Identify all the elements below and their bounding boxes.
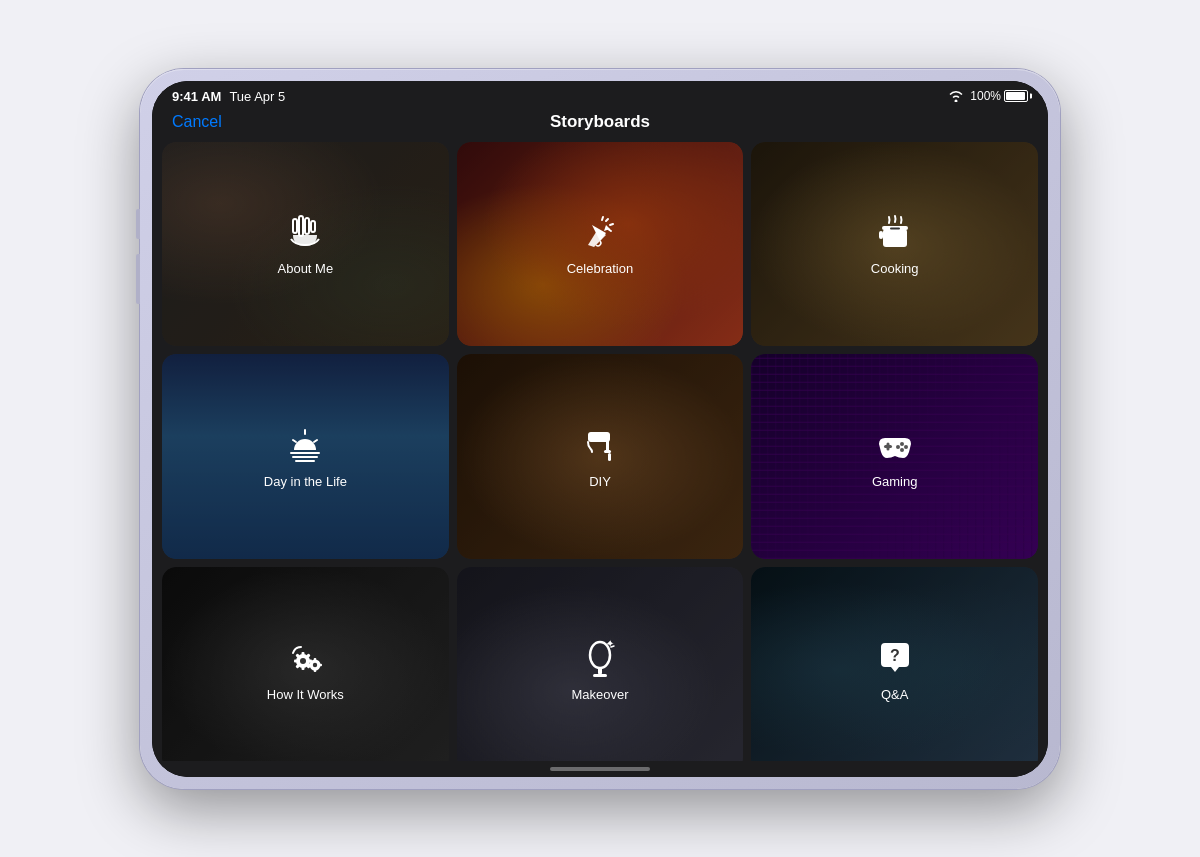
svg-point-23 <box>904 445 908 449</box>
grid-content-how-works: How It Works <box>267 637 344 702</box>
home-indicator <box>152 761 1048 777</box>
sunrise-icon <box>283 424 327 468</box>
svg-line-0 <box>606 219 608 221</box>
svg-text:✦: ✦ <box>606 638 614 649</box>
grid-item-about-me[interactable]: About Me <box>162 142 449 347</box>
svg-line-3 <box>602 217 603 220</box>
svg-point-22 <box>900 442 904 446</box>
cancel-button[interactable]: Cancel <box>172 113 222 131</box>
svg-point-27 <box>300 658 306 664</box>
gears-icon <box>283 637 327 681</box>
svg-rect-5 <box>879 231 883 239</box>
wave-icon <box>283 211 327 255</box>
grid-item-qa[interactable]: ? Q&A <box>751 567 1038 760</box>
svg-rect-4 <box>883 229 907 247</box>
grid-item-cooking[interactable]: Cooking <box>751 142 1038 347</box>
svg-line-9 <box>293 440 296 442</box>
grid-content-cooking: Cooking <box>871 211 919 276</box>
grid-item-diy[interactable]: DIY <box>457 354 744 559</box>
grid-content-diy: DIY <box>578 424 622 489</box>
nav-bar: Cancel Storyboards <box>152 108 1048 140</box>
grid-content-gaming: Gaming <box>872 424 918 489</box>
grid-content-celebration: Celebration <box>567 211 634 276</box>
page-title: Storyboards <box>550 112 650 132</box>
battery-icon <box>1004 90 1028 102</box>
svg-rect-30 <box>294 659 298 662</box>
pot-icon <box>873 211 917 255</box>
grid-content-about-me: About Me <box>278 211 334 276</box>
mirror-icon: ✦ <box>578 637 622 681</box>
storyboard-grid: About Me <box>162 142 1038 761</box>
svg-rect-40 <box>308 664 311 667</box>
status-left: 9:41 AM Tue Apr 5 <box>172 89 285 104</box>
gamepad-icon <box>873 424 917 468</box>
grid-content-day-life: Day in the Life <box>264 424 347 489</box>
grid-item-how-it-works[interactable]: How It Works <box>162 567 449 760</box>
battery-percent: 100% <box>970 89 1001 103</box>
svg-point-37 <box>313 663 317 667</box>
svg-rect-28 <box>302 652 305 656</box>
svg-rect-29 <box>302 666 305 670</box>
svg-line-10 <box>314 440 317 442</box>
svg-rect-19 <box>608 453 611 461</box>
grid-item-makeover[interactable]: ✦ Makeover <box>457 567 744 760</box>
svg-text:?: ? <box>890 647 900 664</box>
grid-label-day-life: Day in the Life <box>264 474 347 489</box>
grid-item-day-life[interactable]: Day in the Life <box>162 354 449 559</box>
wifi-icon <box>948 90 964 102</box>
svg-point-25 <box>896 445 900 449</box>
home-bar <box>550 767 650 771</box>
grid-label-diy: DIY <box>589 474 611 489</box>
svg-line-47 <box>611 646 614 647</box>
grid-content-qa: ? Q&A <box>873 637 917 702</box>
svg-rect-43 <box>598 667 602 675</box>
grid-label-qa: Q&A <box>881 687 908 702</box>
svg-rect-7 <box>890 228 900 230</box>
svg-rect-18 <box>604 450 611 453</box>
grid-label-celebration: Celebration <box>567 261 634 276</box>
svg-rect-39 <box>314 669 317 672</box>
storyboard-grid-container: About Me <box>152 140 1048 761</box>
question-bubble-icon: ? <box>873 637 917 681</box>
status-time: 9:41 AM <box>172 89 221 104</box>
grid-label-cooking: Cooking <box>871 261 919 276</box>
svg-rect-41 <box>319 664 322 667</box>
grid-item-gaming[interactable]: Gaming <box>751 354 1038 559</box>
status-right: 100% <box>948 89 1028 103</box>
svg-rect-21 <box>886 443 889 451</box>
status-date: Tue Apr 5 <box>229 89 285 104</box>
grid-label-about-me: About Me <box>278 261 334 276</box>
grid-label-how-works: How It Works <box>267 687 344 702</box>
svg-rect-17 <box>606 438 609 450</box>
grid-label-makeover: Makeover <box>571 687 628 702</box>
grid-content-makeover: ✦ Makeover <box>571 637 628 702</box>
grid-item-celebration[interactable]: Celebration <box>457 142 744 347</box>
battery-container: 100% <box>970 89 1028 103</box>
svg-point-24 <box>900 448 904 452</box>
paint-roller-icon <box>578 424 622 468</box>
svg-rect-44 <box>593 674 607 677</box>
device-screen: 9:41 AM Tue Apr 5 100% <box>152 81 1048 777</box>
screen-content: 9:41 AM Tue Apr 5 100% <box>152 81 1048 777</box>
svg-rect-38 <box>314 658 317 661</box>
party-icon <box>578 211 622 255</box>
status-bar: 9:41 AM Tue Apr 5 100% <box>152 81 1048 108</box>
svg-line-1 <box>610 224 613 225</box>
grid-label-gaming: Gaming <box>872 474 918 489</box>
ipad-device: 9:41 AM Tue Apr 5 100% <box>140 69 1060 789</box>
battery-fill <box>1006 92 1025 100</box>
svg-line-2 <box>608 229 611 231</box>
